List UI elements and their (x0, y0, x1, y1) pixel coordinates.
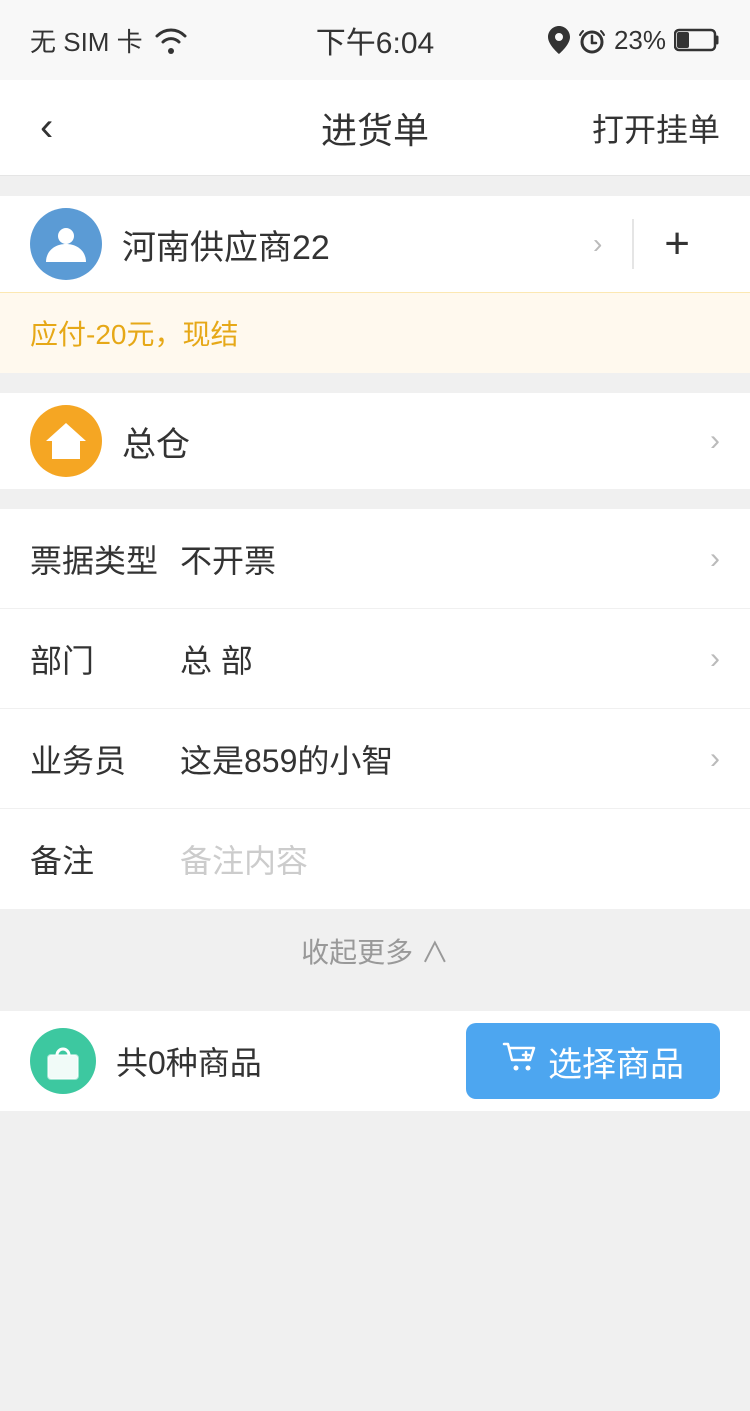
gray-fill (0, 1111, 750, 1411)
nav-bar: ‹ 进货单 打开挂单 (0, 80, 750, 176)
supplier-avatar (30, 208, 102, 280)
select-product-button[interactable]: 选择商品 (466, 1023, 720, 1099)
product-count: 共0种商品 (116, 1038, 466, 1084)
form-section: 票据类型 不开票 › 部门 总 部 › 业务员 这是859的小智 › 备注 备注… (0, 509, 750, 909)
cart-icon (502, 1042, 538, 1080)
bottom-bar: 共0种商品 选择商品 (0, 1011, 750, 1111)
alarm-icon (578, 26, 606, 54)
status-right: 23% (548, 25, 720, 56)
salesperson-value: 这是859的小智 (180, 736, 710, 782)
status-left: 无 SIM 卡 (30, 22, 189, 59)
product-icon (43, 1041, 83, 1081)
department-label: 部门 (30, 636, 160, 682)
product-icon-wrap (30, 1028, 96, 1094)
battery-text: 23% (614, 25, 666, 56)
collapse-bar[interactable]: 收起更多 ∧ (0, 911, 750, 991)
collapse-label: 收起更多 ∧ (301, 931, 449, 971)
status-time: 下午6:04 (316, 18, 434, 62)
warehouse-row[interactable]: 总仓 › (0, 393, 750, 489)
add-button[interactable]: + (634, 219, 720, 269)
salesperson-row[interactable]: 业务员 这是859的小智 › (0, 709, 750, 809)
salesperson-label: 业务员 (30, 736, 160, 782)
status-bar: 无 SIM 卡 下午6:04 23% (0, 0, 750, 80)
department-value: 总 部 (180, 636, 710, 682)
wifi-icon (153, 26, 189, 54)
page-title: 进货单 (321, 102, 429, 154)
invoice-type-label: 票据类型 (30, 536, 160, 582)
warehouse-name: 总仓 (122, 417, 710, 466)
invoice-type-chevron-icon: › (710, 542, 720, 576)
battery-icon (674, 28, 720, 52)
department-row[interactable]: 部门 总 部 › (0, 609, 750, 709)
supplier-row[interactable]: 河南供应商22 › + (0, 196, 750, 292)
cart-svg (502, 1042, 538, 1072)
department-chevron-icon: › (710, 642, 720, 676)
warehouse-chevron-icon: › (710, 424, 720, 458)
remark-value: 备注内容 (180, 836, 720, 882)
location-icon (548, 26, 570, 54)
open-pending-button[interactable]: 打开挂单 (592, 105, 720, 151)
notice-bar: 应付-20元，现结 (0, 292, 750, 373)
supplier-name: 河南供应商22 (122, 220, 593, 269)
back-button[interactable]: ‹ (30, 95, 63, 160)
supplier-section: 河南供应商22 › + 应付-20元，现结 (0, 196, 750, 373)
warehouse-icon (44, 419, 88, 463)
select-product-label: 选择商品 (548, 1037, 684, 1086)
carrier-text: 无 SIM 卡 (30, 22, 143, 59)
salesperson-chevron-icon: › (710, 742, 720, 776)
invoice-type-row[interactable]: 票据类型 不开票 › (0, 509, 750, 609)
notice-text: 应付-20元，现结 (30, 319, 238, 350)
content: 河南供应商22 › + 应付-20元，现结 总仓 › 票据类型 不开票 › (0, 196, 750, 1411)
remark-row[interactable]: 备注 备注内容 (0, 809, 750, 909)
remark-label: 备注 (30, 836, 160, 882)
warehouse-icon-wrap (30, 405, 102, 477)
supplier-chevron-icon: › (593, 228, 602, 260)
invoice-type-value: 不开票 (180, 536, 710, 582)
person-icon (44, 222, 88, 266)
